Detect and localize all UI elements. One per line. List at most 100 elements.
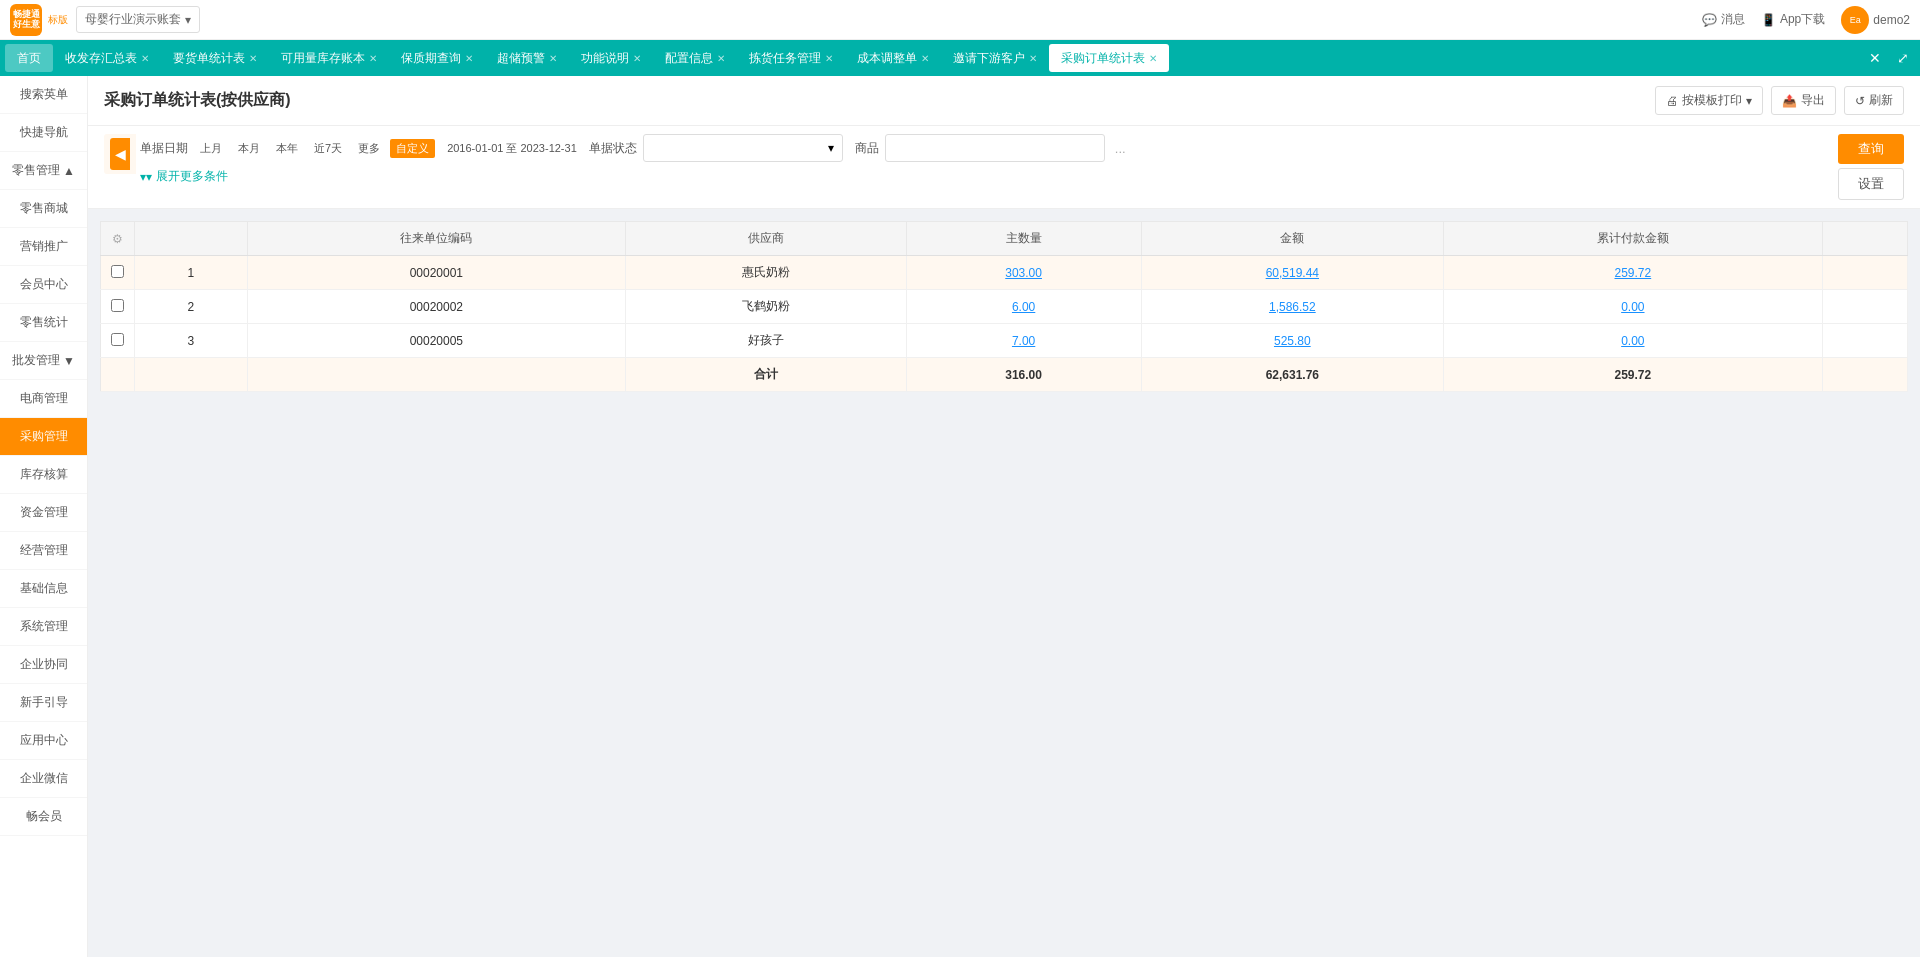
app-download-button[interactable]: 📱 App下载 — [1761, 11, 1825, 28]
row-checkbox[interactable] — [101, 324, 135, 358]
date-shortcut-this-year[interactable]: 本年 — [270, 139, 304, 158]
date-range-item: 2016-01-01 至 2023-12-31 — [447, 141, 577, 156]
tab-home[interactable]: 首页 — [5, 44, 53, 72]
nav-close-button[interactable]: ✕ — [1863, 48, 1887, 68]
message-button[interactable]: 💬 消息 — [1702, 11, 1745, 28]
print-button[interactable]: 🖨 按模板打印 ▾ — [1655, 86, 1763, 115]
export-icon: 📤 — [1782, 94, 1797, 108]
workspace-selector[interactable]: 母婴行业演示账套 ▾ — [76, 6, 200, 33]
tab-warranty[interactable]: 保质期查询 ✕ — [389, 44, 485, 72]
date-shortcut-last-month[interactable]: 上月 — [194, 139, 228, 158]
col-paid-amount-header: 累计付款金额 — [1444, 222, 1822, 256]
filter-toggle-arrow[interactable]: ◀ — [110, 138, 130, 170]
sidebar-item-wholesale[interactable]: 批发管理 ▼ — [0, 342, 87, 380]
sidebar-app-center-label: 应用中心 — [6, 732, 81, 749]
row-empty — [1822, 256, 1907, 290]
tab-config-info-close[interactable]: ✕ — [717, 53, 725, 64]
date-shortcut-7days[interactable]: 近7天 — [308, 139, 348, 158]
sidebar-item-enterprise[interactable]: 企业协同 — [0, 646, 87, 684]
row-checkbox[interactable] — [101, 290, 135, 324]
tab-warranty-close[interactable]: ✕ — [465, 53, 473, 64]
tab-cost-adjust-close[interactable]: ✕ — [921, 53, 929, 64]
export-button[interactable]: 📤 导出 — [1771, 86, 1836, 115]
tab-goods-summary[interactable]: 要货单统计表 ✕ — [161, 44, 269, 72]
row-amount[interactable]: 1,586.52 — [1141, 290, 1444, 324]
sidebar-item-retail-stat[interactable]: 零售统计 — [0, 304, 87, 342]
sidebar-item-retail-shop[interactable]: 零售商城 — [0, 190, 87, 228]
sidebar-item-finance[interactable]: 资金管理 — [0, 494, 87, 532]
date-shortcuts: 上月 本月 本年 近7天 更多 自定义 — [194, 139, 435, 158]
tab-function-desc[interactable]: 功能说明 ✕ — [569, 44, 653, 72]
filter-main: 单据日期 上月 本月 本年 近7天 更多 自定义 2016-01-01 至 20… — [140, 134, 1828, 185]
date-shortcut-this-month[interactable]: 本月 — [232, 139, 266, 158]
sidebar-item-new-guide[interactable]: 新手引导 — [0, 684, 87, 722]
workspace-name: 母婴行业演示账套 — [85, 11, 181, 28]
date-shortcut-more[interactable]: 更多 — [352, 139, 386, 158]
row-seq: 2 — [135, 290, 248, 324]
query-button[interactable]: 查询 — [1838, 134, 1904, 164]
sidebar-item-system[interactable]: 系统管理 — [0, 608, 87, 646]
tab-overstock[interactable]: 超储预警 ✕ — [485, 44, 569, 72]
filter-section: ◀ 单据日期 上月 本月 本年 近7天 更多 自定义 — [88, 126, 1920, 209]
goods-more-icon[interactable]: ... — [1111, 141, 1130, 156]
tab-purchase-summary[interactable]: 采购订单统计表 ✕ — [1049, 44, 1169, 72]
user-profile[interactable]: Ea demo2 — [1841, 6, 1910, 34]
row-qty[interactable]: 6.00 — [906, 290, 1141, 324]
sidebar-item-app-center[interactable]: 应用中心 — [0, 722, 87, 760]
date-filter-label: 单据日期 — [140, 140, 188, 157]
row-paid-amount[interactable]: 0.00 — [1444, 324, 1822, 358]
sidebar-item-shortcut[interactable]: 快捷导航 — [0, 114, 87, 152]
row-qty[interactable]: 7.00 — [906, 324, 1141, 358]
tab-function-desc-close[interactable]: ✕ — [633, 53, 641, 64]
sidebar-item-operation[interactable]: 经营管理 — [0, 532, 87, 570]
tab-receivable[interactable]: 收发存汇总表 ✕ — [53, 44, 161, 72]
print-dropdown-icon: ▾ — [1746, 94, 1752, 108]
refresh-button[interactable]: ↺ 刷新 — [1844, 86, 1904, 115]
col-setting-icon[interactable]: ⚙ — [112, 232, 123, 246]
row-checkbox[interactable] — [101, 256, 135, 290]
refresh-label: 刷新 — [1869, 92, 1893, 109]
tab-goods-summary-close[interactable]: ✕ — [249, 53, 257, 64]
sidebar-item-ecommerce[interactable]: 电商管理 — [0, 380, 87, 418]
nav-maximize-button[interactable]: ⤢ — [1891, 48, 1915, 68]
row-qty[interactable]: 303.00 — [906, 256, 1141, 290]
tab-cost-adjust[interactable]: 成本调整单 ✕ — [845, 44, 941, 72]
sidebar-item-marketing[interactable]: 营销推广 — [0, 228, 87, 266]
sidebar-item-purchase[interactable]: 采购管理 — [0, 418, 87, 456]
sidebar-item-basic-info[interactable]: 基础信息 — [0, 570, 87, 608]
col-seq-header — [135, 222, 248, 256]
tab-inventory-ledger[interactable]: 可用量库存账本 ✕ — [269, 44, 389, 72]
row-empty — [1822, 324, 1907, 358]
goods-input[interactable] — [885, 134, 1105, 162]
filter-settings-button[interactable]: 设置 — [1838, 168, 1904, 200]
sidebar-item-wechat[interactable]: 企业微信 — [0, 760, 87, 798]
sidebar-item-search[interactable]: 搜索英单 — [0, 76, 87, 114]
tab-invite-downstream-close[interactable]: ✕ — [1029, 53, 1037, 64]
status-select[interactable]: ▾ — [643, 134, 843, 162]
sidebar-retail-shop-label: 零售商城 — [6, 200, 81, 217]
tab-invite-downstream-label: 邀请下游客户 — [953, 50, 1025, 67]
sidebar-item-vip[interactable]: 畅会员 — [0, 798, 87, 836]
sidebar-wholesale-label: 批发管理 — [12, 352, 60, 369]
app-download-label: App下载 — [1780, 11, 1825, 28]
expand-button[interactable]: ▾▾ 展开更多条件 — [140, 168, 1828, 185]
sidebar-item-inventory[interactable]: 库存核算 — [0, 456, 87, 494]
row-paid-amount[interactable]: 259.72 — [1444, 256, 1822, 290]
row-amount[interactable]: 60,519.44 — [1141, 256, 1444, 290]
row-partner-code: 00020002 — [247, 290, 625, 324]
tab-overstock-close[interactable]: ✕ — [549, 53, 557, 64]
tab-picking-task[interactable]: 拣货任务管理 ✕ — [737, 44, 845, 72]
row-amount[interactable]: 525.80 — [1141, 324, 1444, 358]
row-paid-amount[interactable]: 0.00 — [1444, 290, 1822, 324]
tab-receivable-close[interactable]: ✕ — [141, 53, 149, 64]
tab-config-info[interactable]: 配置信息 ✕ — [653, 44, 737, 72]
date-custom-tag[interactable]: 自定义 — [390, 139, 435, 158]
sidebar-item-retail[interactable]: 零售管理 ▲ — [0, 152, 87, 190]
tab-purchase-summary-close[interactable]: ✕ — [1149, 53, 1157, 64]
user-name: demo2 — [1873, 13, 1910, 27]
tab-picking-task-close[interactable]: ✕ — [825, 53, 833, 64]
tab-inventory-ledger-close[interactable]: ✕ — [369, 53, 377, 64]
sidebar-item-member[interactable]: 会员中心 — [0, 266, 87, 304]
sidebar-shortcut-label: 快捷导航 — [6, 124, 81, 141]
tab-invite-downstream[interactable]: 邀请下游客户 ✕ — [941, 44, 1049, 72]
